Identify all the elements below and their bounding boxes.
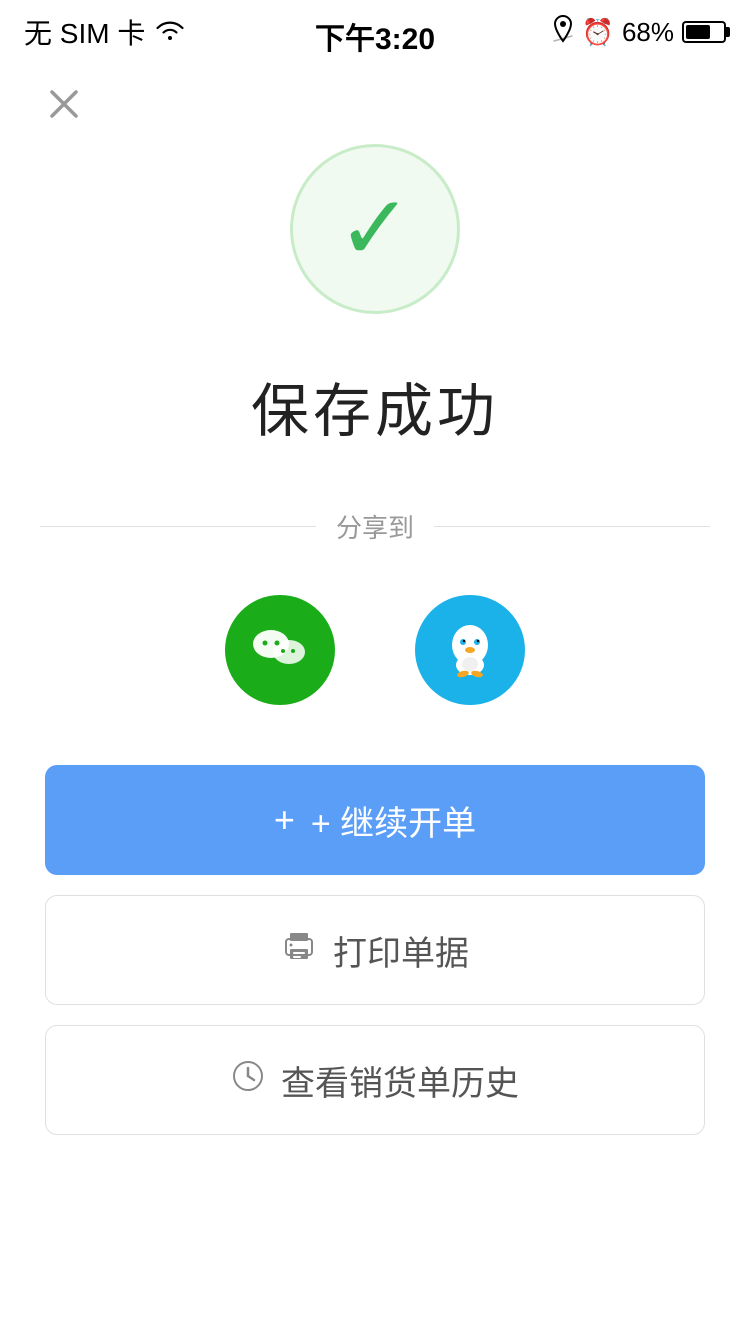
- qq-share-button[interactable]: [415, 595, 525, 705]
- share-divider: 分享到: [40, 508, 710, 545]
- success-circle: ✓: [290, 144, 460, 314]
- share-section: 分享到: [0, 508, 750, 705]
- battery-icon: [682, 21, 726, 43]
- status-time: 下午3:20: [315, 14, 435, 58]
- clock-icon: [231, 1059, 265, 1102]
- plus-icon: +: [274, 799, 295, 841]
- wechat-share-button[interactable]: [225, 595, 335, 705]
- share-label: 分享到: [336, 508, 414, 545]
- battery-percent: 68%: [622, 17, 674, 48]
- share-icons: [40, 595, 710, 705]
- status-right: ⏰ 68%: [552, 15, 726, 50]
- continue-button[interactable]: + + 继续开单: [45, 765, 705, 875]
- history-button[interactable]: 查看销货单历史: [45, 1025, 705, 1135]
- location-icon: [552, 15, 574, 50]
- print-button[interactable]: 打印单据: [45, 895, 705, 1005]
- buttons-section: + + 继续开单 打印单据: [45, 765, 705, 1135]
- continue-label: + 继续开单: [311, 796, 476, 845]
- no-sim-label: 无 SIM 卡: [24, 12, 145, 52]
- history-label: 查看销货单历史: [281, 1056, 519, 1105]
- status-bar: 无 SIM 卡 下午3:20 ⏰ 68%: [0, 0, 750, 64]
- close-button[interactable]: [40, 80, 88, 128]
- success-title: 保存成功: [251, 364, 499, 448]
- alarm-icon: ⏰: [582, 17, 614, 48]
- checkmark-icon: ✓: [337, 184, 412, 274]
- print-label: 打印单据: [333, 926, 469, 975]
- main-content: ✓ 保存成功 分享到: [0, 64, 750, 1135]
- wifi-icon: [155, 16, 185, 48]
- status-left: 无 SIM 卡: [24, 12, 185, 52]
- printer-icon: [281, 929, 317, 972]
